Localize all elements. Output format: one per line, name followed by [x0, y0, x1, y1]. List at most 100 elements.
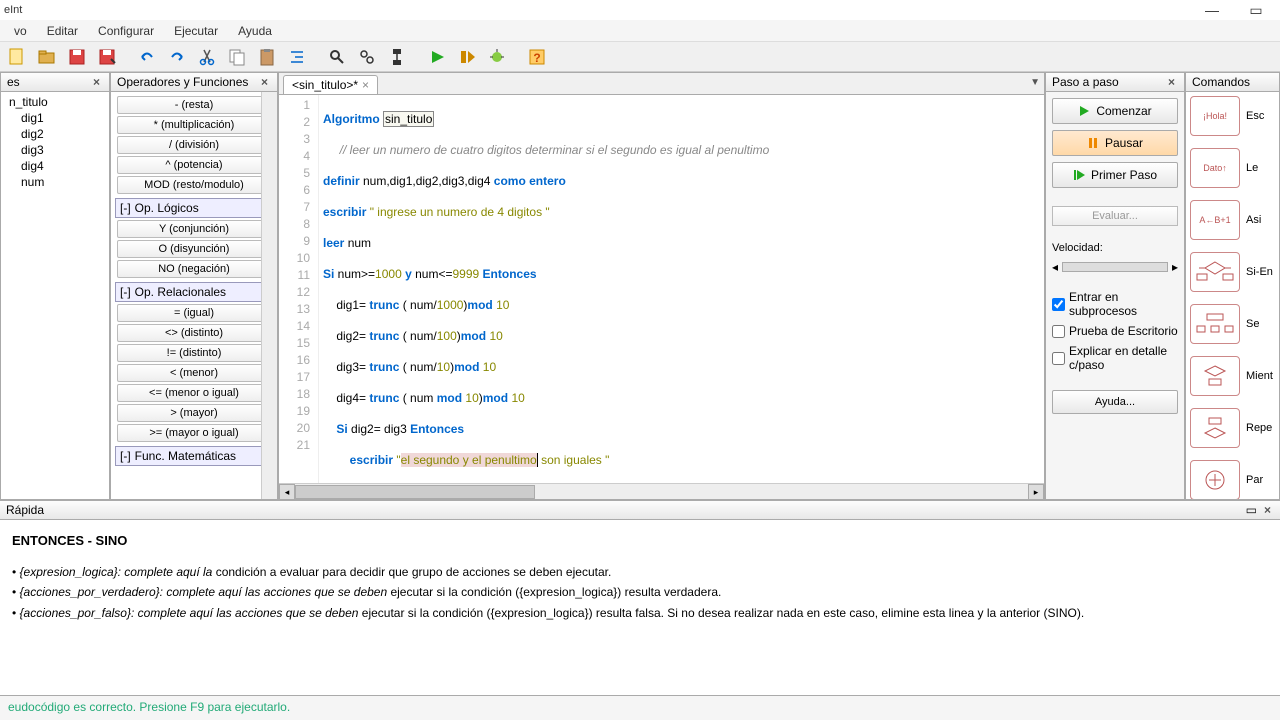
- find-icon[interactable]: [324, 44, 350, 70]
- cmd-segun[interactable]: Se: [1190, 304, 1275, 344]
- redo-icon[interactable]: [164, 44, 190, 70]
- operators-title: Operadores y Funciones: [117, 75, 248, 89]
- speed-left-icon[interactable]: ◂: [1052, 260, 1058, 274]
- close-icon[interactable]: ×: [258, 75, 271, 89]
- statusbar: eudocódigo es correcto. Presione F9 para…: [0, 695, 1280, 720]
- menu-ejecutar[interactable]: Ejecutar: [164, 22, 228, 40]
- op-item[interactable]: NO (negación): [117, 260, 271, 278]
- menu-ayuda[interactable]: Ayuda: [228, 22, 282, 40]
- speed-slider[interactable]: [1062, 262, 1168, 272]
- cmd-repetir[interactable]: Repe: [1190, 408, 1275, 448]
- debug-icon[interactable]: [484, 44, 510, 70]
- cmd-leer[interactable]: Dato↑Le: [1190, 148, 1275, 188]
- tab-dropdown-icon[interactable]: ▼: [1030, 77, 1040, 88]
- horizontal-scrollbar[interactable]: ◂ ▸: [279, 483, 1044, 499]
- replace-icon[interactable]: [354, 44, 380, 70]
- saveas-icon[interactable]: [94, 44, 120, 70]
- op-item[interactable]: = (igual): [117, 304, 271, 322]
- op-item[interactable]: MOD (resto/modulo): [117, 176, 271, 194]
- group-math[interactable]: [-]Func. Matemáticas: [115, 446, 273, 466]
- scrollbar[interactable]: [261, 92, 277, 499]
- op-item[interactable]: / (división): [117, 136, 271, 154]
- op-item[interactable]: * (multiplicación): [117, 116, 271, 134]
- window-title: eInt: [4, 4, 22, 16]
- menu-configurar[interactable]: Configurar: [88, 22, 164, 40]
- var-item[interactable]: num: [3, 174, 107, 190]
- new-icon[interactable]: [4, 44, 30, 70]
- titlebar: eInt — ▭: [0, 0, 1280, 20]
- help-icon[interactable]: ?: [524, 44, 550, 70]
- quick-help-panel: Rápida ▭× ENTONCES - SINO • {expresion_l…: [0, 500, 1280, 695]
- eval-button[interactable]: Evaluar...: [1052, 206, 1178, 226]
- help-line: • {expresion_logica}: complete aquí la c…: [12, 562, 1268, 582]
- menu-archivo[interactable]: vo: [4, 22, 37, 40]
- toolbar: ?: [0, 42, 1280, 72]
- help-header-title: Rápida: [6, 503, 44, 517]
- op-item[interactable]: != (distinto): [117, 344, 271, 362]
- op-item[interactable]: < (menor): [117, 364, 271, 382]
- op-item[interactable]: O (disyunción): [117, 240, 271, 258]
- editor-tab[interactable]: <sin_titulo>*×: [283, 75, 378, 94]
- close-icon[interactable]: ×: [1165, 75, 1178, 89]
- var-item[interactable]: dig4: [3, 158, 107, 174]
- var-item[interactable]: dig1: [3, 110, 107, 126]
- var-item[interactable]: n_titulo: [3, 94, 107, 110]
- menubar: vo Editar Configurar Ejecutar Ayuda: [0, 20, 1280, 42]
- main-area: es × n_titulo dig1 dig2 dig3 dig4 num Ope…: [0, 72, 1280, 500]
- op-item[interactable]: > (mayor): [117, 404, 271, 422]
- cmd-asignar[interactable]: A←B+1Asi: [1190, 200, 1275, 240]
- variables-list[interactable]: n_titulo dig1 dig2 dig3 dig4 num: [1, 92, 109, 499]
- code-editor[interactable]: 123456789101112131415161718192021 Algori…: [279, 95, 1044, 483]
- open-icon[interactable]: [34, 44, 60, 70]
- close-icon[interactable]: ×: [1261, 503, 1274, 517]
- editor-panel: <sin_titulo>*× ▼ 12345678910111213141516…: [278, 72, 1045, 500]
- op-item[interactable]: <= (menor o igual): [117, 384, 271, 402]
- save-icon[interactable]: [64, 44, 90, 70]
- cmd-escribir[interactable]: ¡Hola!Esc: [1190, 96, 1275, 136]
- chk-subprocesos[interactable]: Entrar en subprocesos: [1052, 290, 1178, 318]
- help-button[interactable]: Ayuda...: [1052, 390, 1178, 414]
- cmd-sientonces[interactable]: Si-En: [1190, 252, 1275, 292]
- var-item[interactable]: dig2: [3, 126, 107, 142]
- cmd-para[interactable]: Par: [1190, 460, 1275, 499]
- close-icon[interactable]: ×: [90, 75, 103, 89]
- cmd-mientras[interactable]: Mient: [1190, 356, 1275, 396]
- op-item[interactable]: Y (conjunción): [117, 220, 271, 238]
- var-item[interactable]: dig3: [3, 142, 107, 158]
- chk-explicar[interactable]: Explicar en detalle c/paso: [1052, 344, 1178, 372]
- first-step-button[interactable]: Primer Paso: [1052, 162, 1178, 188]
- step-icon[interactable]: [454, 44, 480, 70]
- minimize-button[interactable]: —: [1200, 2, 1224, 18]
- status-text: eudocódigo es correcto. Presione F9 para…: [8, 700, 290, 714]
- pause-button[interactable]: Pausar: [1052, 130, 1178, 156]
- help-line: • {acciones_por_verdadero}: complete aqu…: [12, 582, 1268, 602]
- group-rel[interactable]: [-]Op. Relacionales: [115, 282, 273, 302]
- speed-label: Velocidad:: [1052, 242, 1178, 254]
- op-item[interactable]: <> (distinto): [117, 324, 271, 342]
- indent-icon[interactable]: [284, 44, 310, 70]
- op-item[interactable]: ^ (potencia): [117, 156, 271, 174]
- op-item[interactable]: >= (mayor o igual): [117, 424, 271, 442]
- maximize-button[interactable]: ▭: [1244, 2, 1268, 18]
- run-icon[interactable]: [424, 44, 450, 70]
- tab-close-icon[interactable]: ×: [362, 78, 369, 92]
- copy-icon[interactable]: [224, 44, 250, 70]
- variables-title: es: [7, 75, 20, 89]
- undo-icon[interactable]: [134, 44, 160, 70]
- svg-text:?: ?: [533, 51, 540, 65]
- cut-icon[interactable]: [194, 44, 220, 70]
- step-title: Paso a paso: [1052, 75, 1119, 89]
- group-logic[interactable]: [-]Op. Lógicos: [115, 198, 273, 218]
- begin-button[interactable]: Comenzar: [1052, 98, 1178, 124]
- help-content: ENTONCES - SINO • {expresion_logica}: co…: [0, 520, 1280, 633]
- help-title: ENTONCES - SINO: [12, 530, 1268, 552]
- paste-icon[interactable]: [254, 44, 280, 70]
- speed-right-icon[interactable]: ▸: [1172, 260, 1178, 274]
- flow-icon[interactable]: [384, 44, 410, 70]
- commands-panel: Comandos ¡Hola!Esc Dato↑Le A←B+1Asi Si-E…: [1185, 72, 1280, 500]
- menu-editar[interactable]: Editar: [37, 22, 88, 40]
- op-item[interactable]: - (resta): [117, 96, 271, 114]
- restore-icon[interactable]: ▭: [1242, 503, 1261, 517]
- chk-prueba[interactable]: Prueba de Escritorio: [1052, 324, 1178, 338]
- code-content[interactable]: Algoritmo sin_titulo // leer un numero d…: [319, 95, 1044, 483]
